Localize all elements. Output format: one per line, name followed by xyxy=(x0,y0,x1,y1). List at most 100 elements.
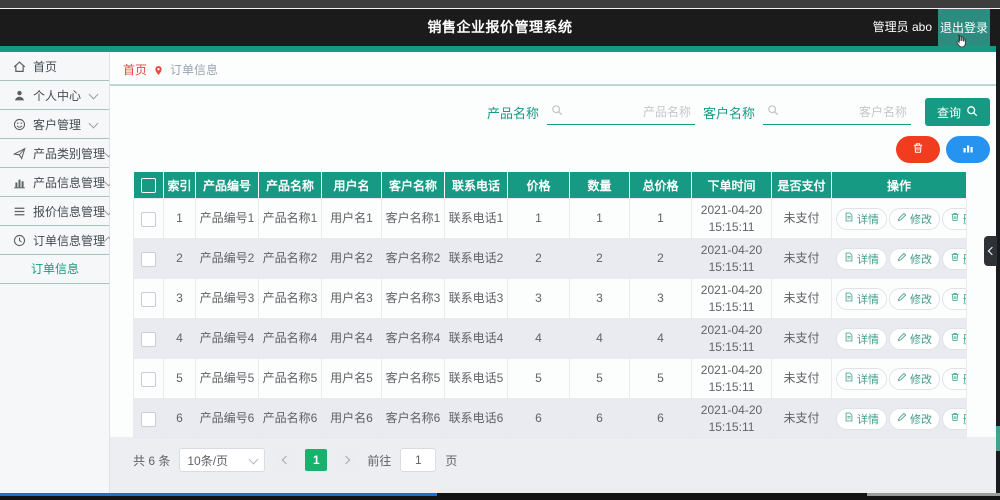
cell: 产品编号2 xyxy=(195,238,259,279)
cell: 产品编号3 xyxy=(195,278,259,319)
row-checkbox[interactable] xyxy=(141,331,156,347)
actions-cell: 详情修改删除 xyxy=(831,198,967,239)
detail-button[interactable]: 详情 xyxy=(836,327,887,350)
customer-name-input[interactable] xyxy=(778,104,911,119)
cell: 产品名称6 xyxy=(258,398,322,439)
row-checkbox[interactable] xyxy=(141,411,156,427)
detail-button[interactable]: 详情 xyxy=(836,367,887,390)
window-top-strip xyxy=(0,0,1000,9)
trash-icon xyxy=(950,252,960,265)
chevron-down-icon xyxy=(88,118,99,128)
sidebar-item-order-info-mgmt[interactable]: 订单信息管理 xyxy=(0,226,114,255)
goto-label: 前往 xyxy=(367,453,392,468)
breadcrumb-divider xyxy=(110,84,1000,86)
page-size-select[interactable]: 10条/页 xyxy=(179,448,266,472)
delete-button[interactable]: 删除 xyxy=(942,407,966,430)
product-name-label: 产品名称 xyxy=(486,105,539,121)
edit-button[interactable]: 修改 xyxy=(889,367,940,390)
delete-button[interactable]: 删除 xyxy=(942,247,966,270)
goto-page-input[interactable] xyxy=(400,448,437,472)
pagination: 共 6 条 10条/页 1 前往 页 xyxy=(133,448,1000,472)
breadcrumb: 首页 订单信息 xyxy=(110,52,1000,84)
cell: 5 xyxy=(507,358,570,399)
sidebar-item-product-info-mgmt[interactable]: 产品信息管理 xyxy=(0,168,114,197)
page-unit-label: 页 xyxy=(445,453,458,468)
sidebar-item-quote-info-mgmt[interactable]: 报价信息管理 xyxy=(0,197,114,226)
cell: 未支付 xyxy=(771,318,832,359)
chevron-left-icon xyxy=(987,246,996,256)
edit-button[interactable]: 修改 xyxy=(889,207,940,230)
cell: 2021-04-20 15:15:11 xyxy=(691,358,772,399)
query-button[interactable]: 查询 xyxy=(924,98,990,126)
select-all-checkbox[interactable] xyxy=(140,177,156,193)
product-name-input[interactable] xyxy=(562,104,695,119)
batch-delete-button[interactable] xyxy=(896,136,940,163)
cell: 5 xyxy=(629,358,692,399)
column-header: 操作 xyxy=(831,172,967,199)
cell: 客户名称3 xyxy=(381,278,445,319)
cell: 客户名称2 xyxy=(381,238,445,279)
location-pin-icon xyxy=(153,65,164,76)
breadcrumb-home-link[interactable]: 首页 xyxy=(123,61,147,78)
delete-button[interactable]: 删除 xyxy=(942,287,966,310)
sidebar-item-label: 首页 xyxy=(33,59,58,74)
row-checkbox[interactable] xyxy=(141,291,156,307)
table-row: 6 产品编号6 产品名称6 用户名6 客户名称6 联系电话6 6 6 6 2021-04-20 1… xyxy=(133,398,967,439)
trash-icon xyxy=(912,142,924,157)
sidebar-item-label: 订单信息管理 xyxy=(33,233,106,248)
row-checkbox[interactable] xyxy=(141,211,156,227)
user-icon xyxy=(12,88,27,103)
delete-button[interactable]: 删除 xyxy=(942,207,966,230)
collapse-panel-tab[interactable] xyxy=(984,236,997,266)
sidebar-item-customer-mgmt[interactable]: 客户管理 xyxy=(0,110,109,139)
cell: 联系电话6 xyxy=(444,398,508,439)
detail-button[interactable]: 详情 xyxy=(836,287,887,310)
row-checkbox[interactable] xyxy=(141,371,156,387)
cell: 2021-04-20 15:15:11 xyxy=(691,278,772,319)
document-icon xyxy=(844,292,854,305)
edit-button[interactable]: 修改 xyxy=(889,287,940,310)
cell: 4 xyxy=(163,318,196,359)
app-title: 销售企业报价管理系统 xyxy=(427,19,573,35)
report-button[interactable] xyxy=(946,136,990,163)
sidebar-item-product-category-mgmt[interactable]: 产品类别管理 xyxy=(0,139,114,168)
detail-button[interactable]: 详情 xyxy=(836,407,887,430)
edit-button[interactable]: 修改 xyxy=(889,407,940,430)
cell: 联系电话5 xyxy=(444,358,508,399)
sidebar-subitem-order-info[interactable]: 订单信息 xyxy=(0,255,109,284)
table-row: 2 产品编号2 产品名称2 用户名2 客户名称2 联系电话2 2 2 2 2021-04-20 1… xyxy=(133,238,967,279)
trash-icon xyxy=(950,412,960,425)
row-checkbox[interactable] xyxy=(141,251,156,267)
edit-button[interactable]: 修改 xyxy=(889,327,940,350)
actions-cell: 详情修改删除 xyxy=(831,358,967,399)
cell: 5 xyxy=(569,358,630,399)
detail-button[interactable]: 详情 xyxy=(836,207,887,230)
main-area: 首页 订单信息 产品名称 客户名称 xyxy=(110,52,1000,493)
prev-page-button[interactable] xyxy=(274,449,297,471)
sidebar-item-home[interactable]: 首页 xyxy=(0,52,109,81)
cell: 2021-04-20 15:15:11 xyxy=(691,238,772,279)
pencil-icon xyxy=(897,252,907,265)
search-icon xyxy=(767,103,779,121)
column-header: 产品编号 xyxy=(195,172,259,199)
cell: 4 xyxy=(507,318,570,359)
delete-button[interactable]: 删除 xyxy=(942,327,966,350)
scrollbar-thumb[interactable] xyxy=(996,426,1000,451)
cell: 客户名称5 xyxy=(381,358,445,399)
sidebar-item-profile[interactable]: 个人中心 xyxy=(0,81,109,110)
chevron-down-icon xyxy=(88,89,99,99)
document-icon xyxy=(844,212,854,225)
bar-chart-icon xyxy=(962,142,974,157)
cell: 6 xyxy=(163,398,196,439)
cell: 1 xyxy=(507,198,570,239)
delete-button[interactable]: 删除 xyxy=(942,367,966,390)
sidebar-item-label: 个人中心 xyxy=(33,88,82,103)
video-progress-played xyxy=(0,493,437,496)
next-page-button[interactable] xyxy=(336,449,359,471)
logout-button[interactable]: 退出登录 xyxy=(938,9,990,46)
cell: 用户名5 xyxy=(321,358,382,399)
cell: 产品名称2 xyxy=(258,238,322,279)
edit-button[interactable]: 修改 xyxy=(889,247,940,270)
detail-button[interactable]: 详情 xyxy=(836,247,887,270)
page-1-button[interactable]: 1 xyxy=(305,449,328,471)
